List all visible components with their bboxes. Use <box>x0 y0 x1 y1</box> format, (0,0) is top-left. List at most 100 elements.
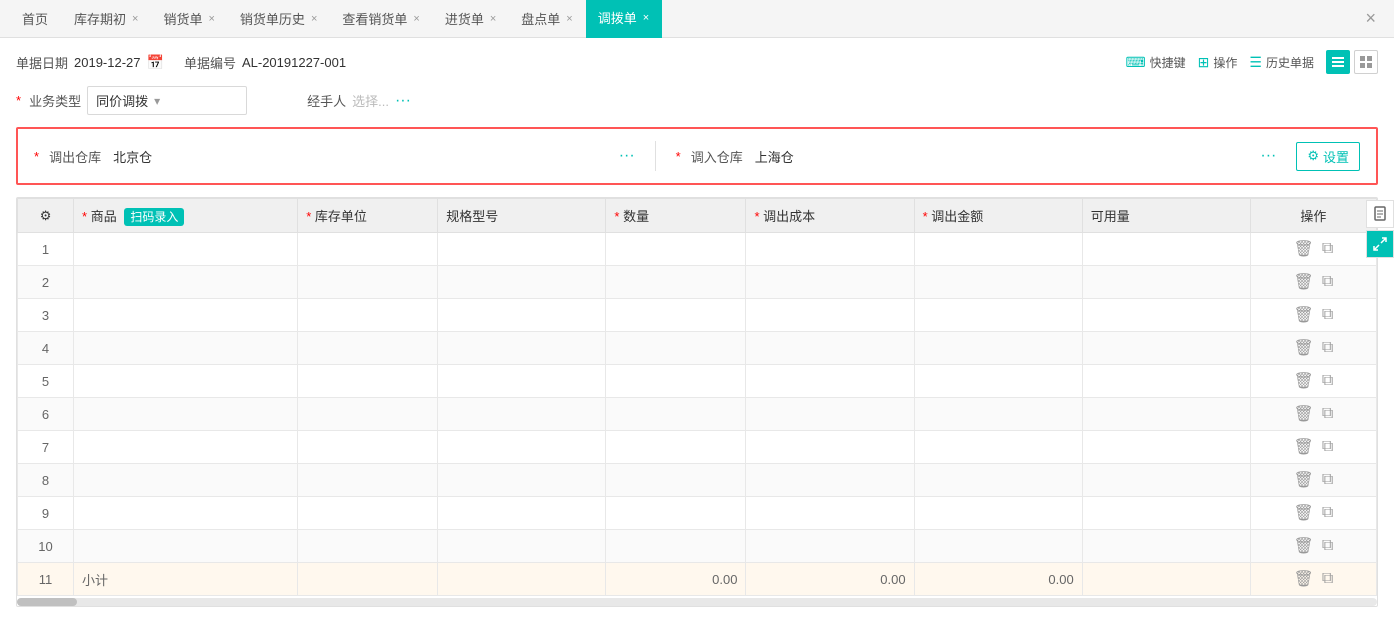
amount-cell[interactable] <box>914 530 1082 563</box>
tab-view-sales[interactable]: 查看销货单 × <box>330 0 432 38</box>
tab-close-sales-history[interactable]: × <box>311 13 317 25</box>
spec-cell[interactable] <box>438 266 606 299</box>
cost-cell[interactable] <box>746 398 914 431</box>
delete-icon[interactable]: 🗑 <box>1294 536 1314 556</box>
delete-icon[interactable]: 🗑 <box>1294 305 1314 325</box>
copy-icon[interactable]: ⧉ <box>1322 273 1333 291</box>
delete-icon[interactable]: 🗑 <box>1294 272 1314 292</box>
product-cell[interactable] <box>74 233 298 266</box>
tab-inventory-init[interactable]: 库存期初 × <box>62 0 151 38</box>
list-view-button[interactable] <box>1326 50 1350 74</box>
product-cell[interactable] <box>74 530 298 563</box>
amount-cell[interactable] <box>914 266 1082 299</box>
available-cell[interactable] <box>1082 398 1250 431</box>
tab-purchase-order[interactable]: 进货单 × <box>433 0 509 38</box>
manager-select[interactable]: 选择... <box>352 91 389 110</box>
cost-cell[interactable] <box>746 497 914 530</box>
available-cell[interactable] <box>1082 365 1250 398</box>
business-type-select[interactable]: 同价调拨 ▾ <box>87 86 247 115</box>
qty-cell[interactable] <box>606 497 746 530</box>
copy-icon[interactable]: ⧉ <box>1322 438 1333 456</box>
delete-icon[interactable]: 🗑 <box>1294 404 1314 424</box>
unit-cell[interactable] <box>298 398 438 431</box>
amount-cell[interactable] <box>914 398 1082 431</box>
tab-home[interactable]: 首页 <box>8 0 62 38</box>
amount-cell[interactable] <box>914 332 1082 365</box>
scroll-thumb[interactable] <box>17 598 77 606</box>
operation-button[interactable]: ⊞ 操作 <box>1198 54 1238 71</box>
calendar-icon[interactable]: 📅 <box>147 54 164 71</box>
amount-cell[interactable] <box>914 431 1082 464</box>
product-cell[interactable] <box>74 431 298 464</box>
amount-cell[interactable] <box>914 497 1082 530</box>
delete-icon[interactable]: 🗑 <box>1294 470 1314 490</box>
delete-icon[interactable]: 🗑 <box>1294 503 1314 523</box>
unit-cell[interactable] <box>298 431 438 464</box>
qty-cell[interactable] <box>606 233 746 266</box>
product-cell[interactable] <box>74 365 298 398</box>
qty-cell[interactable] <box>606 431 746 464</box>
copy-icon[interactable]: ⧉ <box>1322 372 1333 390</box>
unit-cell[interactable] <box>298 530 438 563</box>
spec-cell[interactable] <box>438 233 606 266</box>
cost-cell[interactable] <box>746 233 914 266</box>
qty-cell[interactable] <box>606 464 746 497</box>
transfer-out-more-button[interactable]: ··· <box>619 147 635 165</box>
tab-close-transfer-order[interactable]: × <box>643 12 649 24</box>
cost-cell[interactable] <box>746 530 914 563</box>
copy-icon[interactable]: ⧉ <box>1322 537 1333 555</box>
product-cell[interactable] <box>74 497 298 530</box>
unit-cell[interactable] <box>298 464 438 497</box>
cost-cell[interactable] <box>746 365 914 398</box>
manager-more-button[interactable]: ··· <box>395 92 411 110</box>
copy-icon[interactable]: ⧉ <box>1322 339 1333 357</box>
qty-cell[interactable] <box>606 299 746 332</box>
tab-close-sales-order[interactable]: × <box>208 13 214 25</box>
delete-icon[interactable]: 🗑 <box>1294 437 1314 457</box>
delete-icon[interactable]: 🗑 <box>1294 371 1314 391</box>
cost-cell[interactable] <box>746 431 914 464</box>
close-all-button[interactable]: × <box>1355 8 1386 29</box>
tab-inventory-check[interactable]: 盘点单 × <box>509 0 585 38</box>
cost-cell[interactable] <box>746 299 914 332</box>
available-cell[interactable] <box>1082 530 1250 563</box>
qty-cell[interactable] <box>606 365 746 398</box>
available-cell[interactable] <box>1082 299 1250 332</box>
delete-icon[interactable]: 🗑 <box>1294 338 1314 358</box>
tab-close-purchase-order[interactable]: × <box>490 13 496 25</box>
unit-cell[interactable] <box>298 332 438 365</box>
spec-cell[interactable] <box>438 530 606 563</box>
tab-close-view-sales[interactable]: × <box>413 13 419 25</box>
scan-button[interactable]: 扫码录入 <box>124 208 184 226</box>
spec-cell[interactable] <box>438 299 606 332</box>
unit-cell[interactable] <box>298 233 438 266</box>
transfer-in-more-button[interactable]: ··· <box>1260 147 1276 165</box>
settings-button[interactable]: ⚙ 设置 <box>1296 142 1360 171</box>
sidebar-doc-button[interactable] <box>1366 200 1394 228</box>
delete-icon[interactable]: 🗑 <box>1294 569 1314 589</box>
horizontal-scrollbar[interactable] <box>17 598 1377 606</box>
amount-cell[interactable] <box>914 464 1082 497</box>
unit-cell[interactable] <box>298 497 438 530</box>
tab-sales-history[interactable]: 销货单历史 × <box>228 0 330 38</box>
tab-close-inventory-check[interactable]: × <box>566 13 572 25</box>
copy-icon[interactable]: ⧉ <box>1322 240 1333 258</box>
sidebar-expand-button[interactable] <box>1366 230 1394 258</box>
available-cell[interactable] <box>1082 464 1250 497</box>
spec-cell[interactable] <box>438 365 606 398</box>
qty-cell[interactable] <box>606 266 746 299</box>
amount-cell[interactable] <box>914 365 1082 398</box>
cost-cell[interactable] <box>746 266 914 299</box>
spec-cell[interactable] <box>438 332 606 365</box>
copy-icon[interactable]: ⧉ <box>1322 504 1333 522</box>
cost-cell[interactable] <box>746 464 914 497</box>
cost-cell[interactable] <box>746 332 914 365</box>
copy-icon[interactable]: ⧉ <box>1322 405 1333 423</box>
unit-cell[interactable] <box>298 365 438 398</box>
copy-icon[interactable]: ⧉ <box>1322 306 1333 324</box>
amount-cell[interactable] <box>914 299 1082 332</box>
copy-icon[interactable]: ⧉ <box>1322 471 1333 489</box>
product-cell[interactable] <box>74 398 298 431</box>
qty-cell[interactable] <box>606 530 746 563</box>
delete-icon[interactable]: 🗑 <box>1294 239 1314 259</box>
